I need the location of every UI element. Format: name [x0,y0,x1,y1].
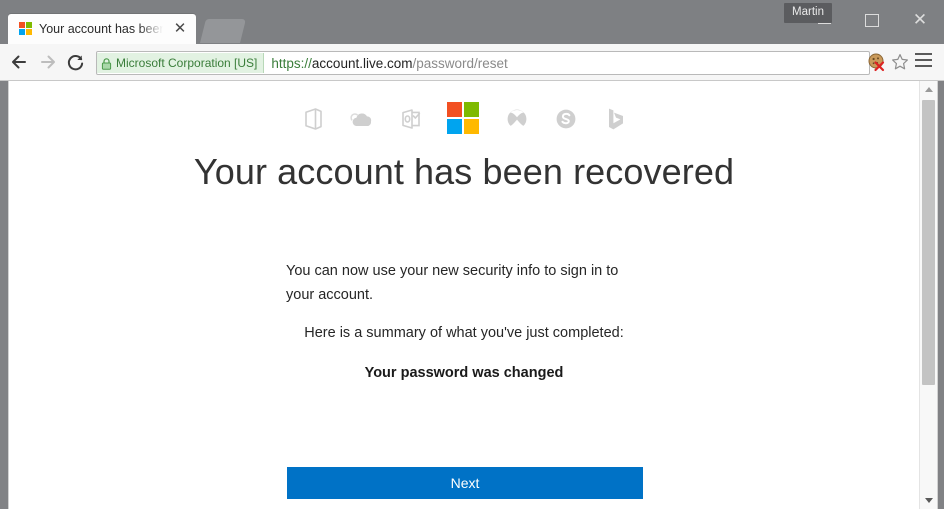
microsoft-services-logo-row [9,102,919,136]
back-button[interactable] [8,51,30,73]
url-host: account.live.com [311,55,413,71]
new-tab-button[interactable] [200,19,246,43]
security-badge[interactable]: Microsoft Corporation [US] [97,53,265,73]
close-button[interactable]: ✕ [896,0,944,40]
minimize-button[interactable] [800,0,848,40]
microsoft-logo-icon [447,102,481,136]
next-button[interactable]: Next [287,467,643,499]
maximize-button[interactable] [848,0,896,40]
forward-button [37,51,59,73]
close-icon: ✕ [912,9,928,30]
summary-intro-paragraph: Here is a summary of what you've just co… [304,325,624,341]
scrollbar-thumb[interactable] [922,100,935,385]
url-scheme: https:// [271,55,312,71]
page-content: Your account has been recovered You can … [9,81,919,509]
skype-icon [553,106,579,132]
window-controls: ✕ [800,0,944,40]
url-text: https://account.live.com/password/reset [264,56,507,71]
url-path: /password/reset [412,55,508,71]
xbox-icon [504,106,530,132]
browser-toolbar: Microsoft Corporation [US] https://accou… [0,44,944,81]
star-icon[interactable] [889,51,911,73]
outlook-icon [398,106,424,132]
page-title: Your account has been recovered [193,151,735,192]
cookie-blocked-icon[interactable] [866,51,888,73]
close-icon[interactable]: ✕ [172,21,188,37]
office-icon [300,106,326,132]
scroll-up-arrow-icon[interactable] [920,81,937,98]
summary-item: Your password was changed [364,365,564,381]
browser-tab[interactable]: Your account has been re ✕ [8,14,196,44]
arrow-left-icon [12,55,26,69]
browser-titlebar: Your account has been re ✕ Martin ✕ [0,0,944,44]
security-badge-label: Microsoft Corporation [US] [116,56,258,70]
page-scrollbar[interactable] [919,81,937,509]
reload-button[interactable] [64,51,86,73]
lock-icon [101,57,112,70]
microsoft-logo-icon [19,22,33,36]
reload-icon [67,54,83,70]
bing-icon [602,106,628,132]
scroll-down-arrow-icon[interactable] [920,492,937,509]
page-viewport: Your account has been recovered You can … [8,81,938,509]
description-paragraph: You can now use your new security info t… [286,263,619,303]
browser-window: Your account has been re ✕ Martin ✕ [0,0,944,509]
tab-title: Your account has been re [39,22,163,36]
onedrive-icon [349,106,375,132]
address-bar[interactable]: Microsoft Corporation [US] https://accou… [96,51,870,75]
hamburger-menu-icon[interactable] [915,53,933,71]
arrow-right-icon [41,55,55,69]
